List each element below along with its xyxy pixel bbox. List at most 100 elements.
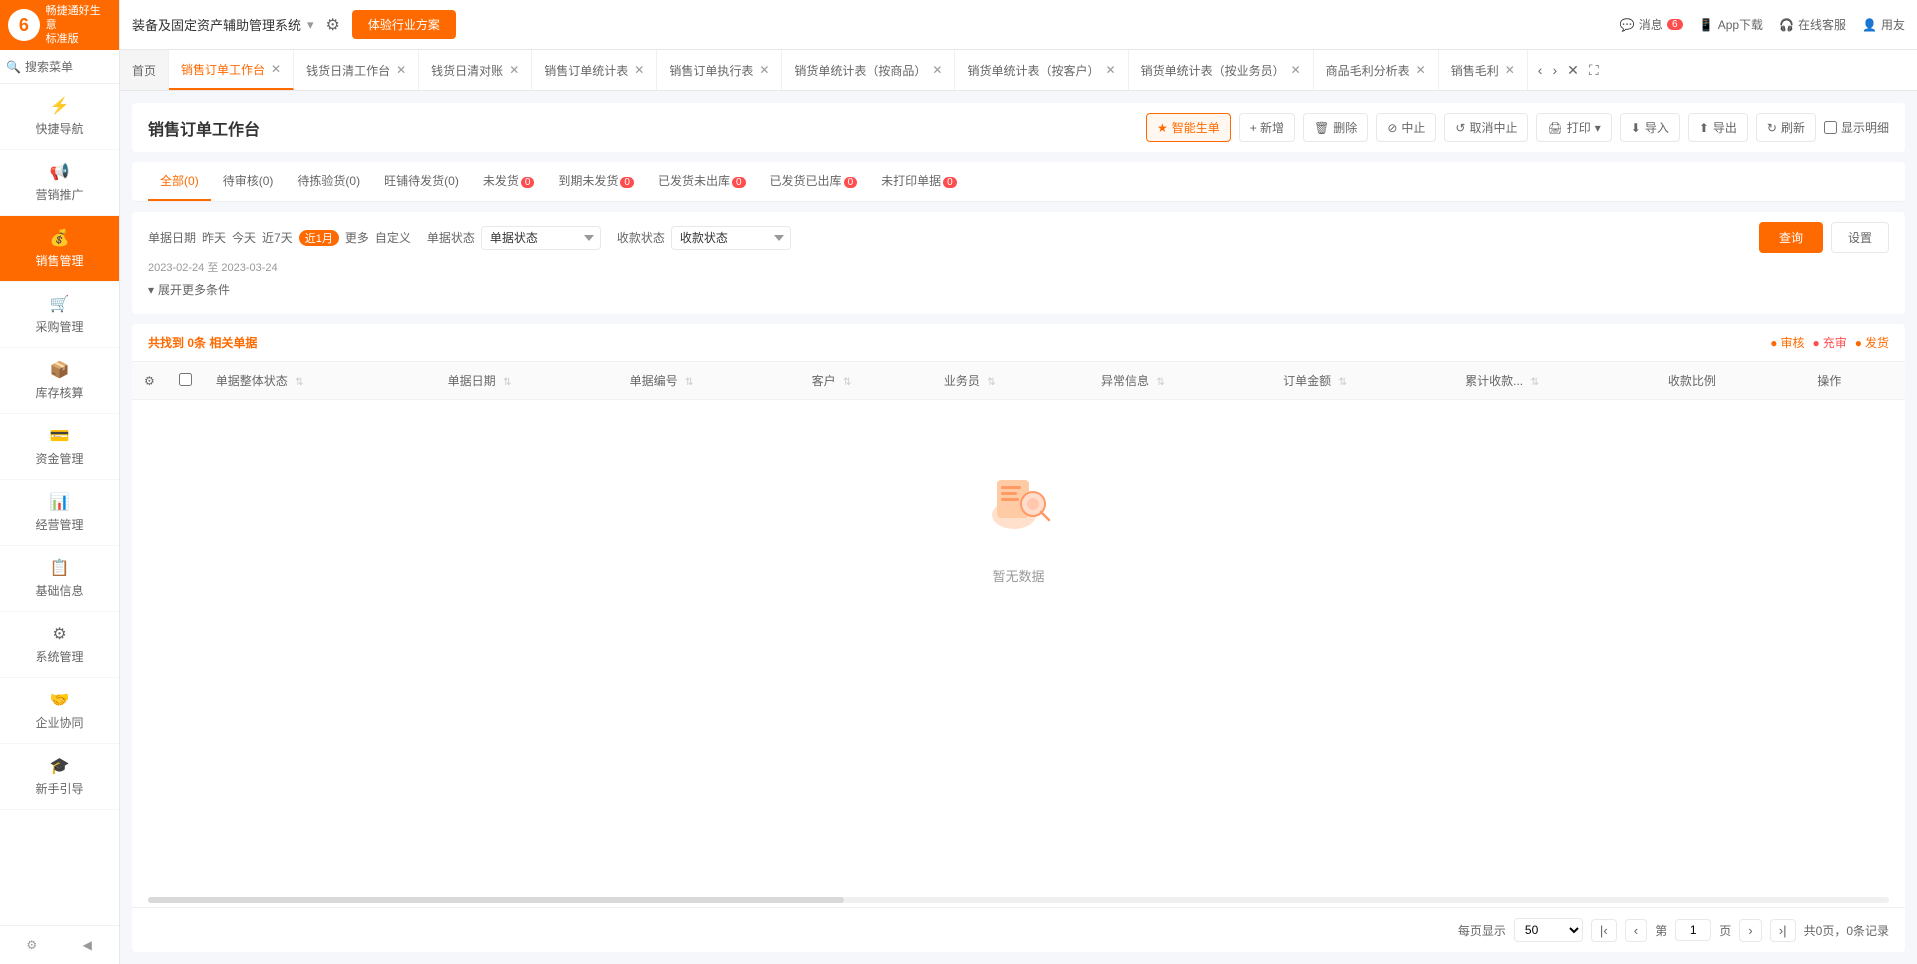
overdue-badge: 0 <box>620 177 634 188</box>
date-7days[interactable]: 近7天 <box>262 229 293 246</box>
tab-sales-stats[interactable]: 销售订单统计表 ✕ <box>532 50 657 90</box>
customer-sort-icon[interactable]: ⇅ <box>843 377 851 388</box>
th-gear[interactable]: ⚙ <box>132 362 167 400</box>
topbar-online-service[interactable]: 🎧 在线客服 <box>1779 16 1846 33</box>
show-detail-input[interactable] <box>1824 121 1837 134</box>
date-custom[interactable]: 自定义 <box>375 229 411 246</box>
tab-sales-exec-close[interactable]: ✕ <box>759 63 769 77</box>
review-btn[interactable]: ● 审核 <box>1770 334 1804 351</box>
tab-sales-stats-customer[interactable]: 销货单统计表（按客户） ✕ <box>955 50 1128 90</box>
status-sort-icon[interactable]: ⇅ <box>295 377 303 388</box>
tab-sales-stats-staff[interactable]: 销货单统计表（按业务员） ✕ <box>1129 50 1314 90</box>
page-first-btn[interactable]: |‹ <box>1591 919 1617 942</box>
sidebar-item-purchase[interactable]: 🛒 采购管理 <box>0 282 119 348</box>
sidebar-settings-btn[interactable]: ⚙ <box>8 934 56 956</box>
tab-sales-workbench[interactable]: 销售订单工作台 ✕ <box>169 50 294 90</box>
tab-home[interactable]: 首页 <box>120 50 169 90</box>
sub-tab-not-shipped[interactable]: 未发货0 <box>471 162 547 201</box>
status-select[interactable]: 单据状态 <box>481 226 601 250</box>
payment-filter-label: 收款状态 <box>617 229 665 246</box>
tab-nav-next[interactable]: › <box>1548 58 1561 82</box>
sidebar-item-base-info[interactable]: 📋 基础信息 <box>0 546 119 612</box>
stop-btn[interactable]: ⊘ 中止 <box>1376 113 1436 142</box>
sub-tab-wangpu[interactable]: 旺铺待发货(0) <box>372 162 471 201</box>
set-btn[interactable]: 设置 <box>1831 222 1889 253</box>
tab-sales-workbench-close[interactable]: ✕ <box>271 62 281 76</box>
tab-sales-stats-product-close[interactable]: ✕ <box>932 63 942 77</box>
page-input[interactable] <box>1675 919 1711 941</box>
operation-icon: 📊 <box>50 492 70 512</box>
import-btn[interactable]: ⬇ 导入 <box>1620 113 1680 142</box>
export-btn[interactable]: ⬆ 导出 <box>1688 113 1748 142</box>
tab-sales-gross[interactable]: 销售毛利 ✕ <box>1439 50 1528 90</box>
refresh-btn[interactable]: ↻ 刷新 <box>1756 113 1816 142</box>
sub-tab-all[interactable]: 全部(0) <box>148 162 211 201</box>
payment-select[interactable]: 收款状态 <box>671 226 791 250</box>
sub-tab-pending-inspect[interactable]: 待拣验货(0) <box>285 162 372 201</box>
date-today[interactable]: 今天 <box>232 229 256 246</box>
sidebar-item-capital[interactable]: 💳 资金管理 <box>0 414 119 480</box>
th-checkbox[interactable] <box>167 362 204 400</box>
tab-nav-maximize[interactable]: ⛶ <box>1585 58 1603 83</box>
amount-sort-icon[interactable]: ⇅ <box>1338 377 1346 388</box>
date-yesterday[interactable]: 昨天 <box>202 229 226 246</box>
sidebar-collapse-btn[interactable]: ◀ <box>64 934 112 956</box>
expand-more-btn[interactable]: ▾ 展开更多条件 <box>148 275 1889 304</box>
query-btn[interactable]: 查询 <box>1759 222 1823 253</box>
sidebar-item-inventory[interactable]: 📦 库存核算 <box>0 348 119 414</box>
date-1month-badge[interactable]: 近1月 <box>299 230 339 246</box>
tab-sales-stats-close[interactable]: ✕ <box>634 63 644 77</box>
add-btn[interactable]: + 新增 <box>1239 113 1295 142</box>
date-more[interactable]: 更多 <box>345 229 369 246</box>
tab-nav-close-all[interactable]: ✕ <box>1563 58 1583 83</box>
sidebar-search[interactable]: 🔍 搜索菜单 <box>0 50 119 84</box>
sidebar-item-marketing[interactable]: 📢 营销推广 <box>0 150 119 216</box>
tab-sales-exec[interactable]: 销售订单执行表 ✕ <box>657 50 782 90</box>
smart-create-btn[interactable]: ★ 智能生单 <box>1146 113 1231 142</box>
collected-sort-icon[interactable]: ⇅ <box>1530 377 1538 388</box>
sidebar-item-quick-nav[interactable]: ⚡ 快捷导航 <box>0 84 119 150</box>
topbar-app-download[interactable]: 📱 App下载 <box>1699 16 1763 33</box>
show-detail-checkbox[interactable]: 显示明细 <box>1824 119 1889 136</box>
tab-sales-gross-close[interactable]: ✕ <box>1505 63 1515 77</box>
tab-product-margin-close[interactable]: ✕ <box>1416 63 1426 77</box>
topbar-message[interactable]: 💬 消息 6 <box>1620 16 1683 33</box>
table-right-actions: ● 审核 ● 充审 ● 发货 <box>1770 334 1889 351</box>
tab-cash-daily[interactable]: 钱货日清工作台 ✕ <box>294 50 419 90</box>
page-last-btn[interactable]: ›| <box>1770 919 1796 942</box>
tab-cash-reconcile-close[interactable]: ✕ <box>509 63 519 77</box>
ship-btn[interactable]: ● 发货 <box>1855 334 1889 351</box>
tab-cash-reconcile[interactable]: 钱货日清对账 ✕ <box>419 50 532 90</box>
date-sort-icon[interactable]: ⇅ <box>503 377 511 388</box>
select-all-checkbox[interactable] <box>179 373 192 386</box>
page-prev-btn[interactable]: ‹ <box>1625 919 1647 942</box>
star-icon: ★ <box>1157 121 1168 135</box>
sidebar-item-cooperation[interactable]: 🤝 企业协同 <box>0 678 119 744</box>
number-sort-icon[interactable]: ⇅ <box>685 377 693 388</box>
tab-sales-stats-staff-close[interactable]: ✕ <box>1291 63 1301 77</box>
tab-cash-daily-close[interactable]: ✕ <box>396 63 406 77</box>
print-btn[interactable]: 🖨 打印 ▾ <box>1536 113 1611 142</box>
sidebar-item-guide[interactable]: 🎓 新手引导 <box>0 744 119 810</box>
cancel-stop-btn[interactable]: ↺ 取消中止 <box>1444 113 1528 142</box>
sub-tab-shipped-not-out[interactable]: 已发货未出库0 <box>646 162 758 201</box>
sub-tab-pending-review[interactable]: 待审核(0) <box>211 162 286 201</box>
tab-product-margin[interactable]: 商品毛利分析表 ✕ <box>1314 50 1439 90</box>
tab-sales-stats-customer-close[interactable]: ✕ <box>1106 63 1116 77</box>
sidebar-item-sales[interactable]: 💰 销售管理 <box>0 216 119 282</box>
topbar-user[interactable]: 👤 用友 <box>1862 16 1905 33</box>
tab-sales-stats-product[interactable]: 销货单统计表（按商品） ✕ <box>782 50 955 90</box>
sub-tab-shipped-out[interactable]: 已发货已出库0 <box>758 162 870 201</box>
sidebar-item-operation[interactable]: 📊 经营管理 <box>0 480 119 546</box>
per-page-select[interactable]: 50 20 100 <box>1514 918 1583 942</box>
topbar-gear-icon[interactable]: ⚙ <box>326 15 340 35</box>
page-next-btn[interactable]: › <box>1739 919 1761 942</box>
cancel-review-btn[interactable]: ● 充审 <box>1812 334 1846 351</box>
delete-btn[interactable]: 🗑 删除 <box>1303 113 1368 142</box>
industry-solution-btn[interactable]: 体验行业方案 <box>352 10 456 39</box>
sidebar-item-system[interactable]: ⚙ 系统管理 <box>0 612 119 678</box>
scroll-bar[interactable] <box>148 893 1889 907</box>
sub-tab-overdue[interactable]: 到期未发货0 <box>546 162 646 201</box>
tab-nav-prev[interactable]: ‹ <box>1534 58 1547 82</box>
sub-tab-not-printed[interactable]: 未打印单据0 <box>869 162 969 201</box>
